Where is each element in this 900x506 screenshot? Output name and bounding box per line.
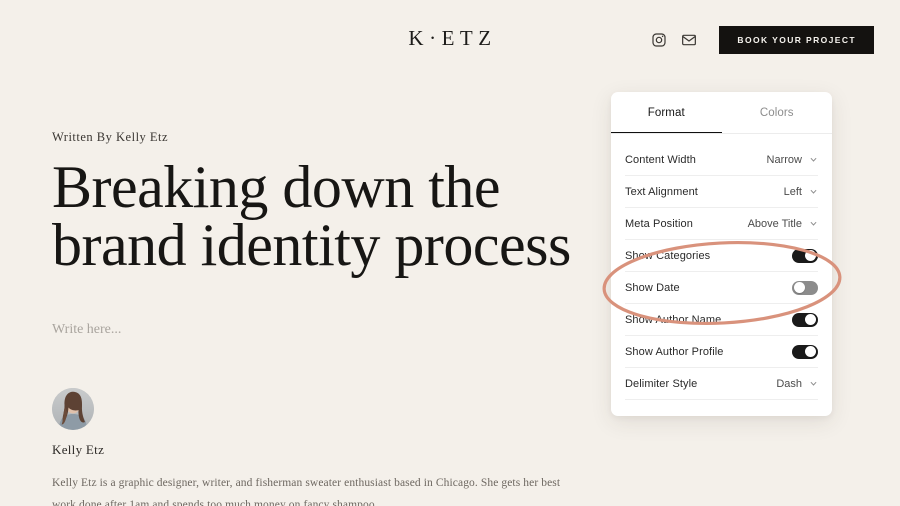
row-label: Show Categories [625, 249, 711, 262]
chevron-down-icon [809, 187, 818, 196]
row-label: Delimiter Style [625, 377, 698, 390]
tab-format[interactable]: Format [611, 92, 722, 134]
page-root: K·ETZ BOOK YOUR PROJECT Written By Kelly… [0, 0, 900, 506]
toggle-show-author-profile[interactable] [792, 344, 818, 359]
book-your-project-button[interactable]: BOOK YOUR PROJECT [719, 26, 874, 54]
toggle-show-categories[interactable] [792, 248, 818, 263]
row-label: Show Author Profile [625, 345, 724, 358]
settings-panel: Format Colors Content Width Narrow Text … [611, 92, 832, 416]
row-show-author-name[interactable]: Show Author Name [625, 304, 818, 336]
toggle-knob [805, 314, 816, 325]
toggle-knob [793, 282, 805, 293]
envelope-icon[interactable] [681, 32, 697, 48]
row-value: Narrow [766, 153, 802, 166]
article-body-placeholder[interactable]: Write here... [52, 322, 592, 338]
row-meta-position[interactable]: Meta Position Above Title [625, 208, 818, 240]
tab-colors[interactable]: Colors [722, 92, 833, 134]
row-label: Text Alignment [625, 185, 698, 198]
row-value: Left [783, 185, 802, 198]
author-profile: Kelly Etz Kelly Etz is a graphic designe… [52, 388, 592, 506]
header-actions: BOOK YOUR PROJECT [651, 26, 874, 54]
article-headline[interactable]: Breaking down the brand identity process [52, 157, 592, 275]
row-value-group[interactable]: Above Title [748, 218, 818, 230]
site-header: K·ETZ BOOK YOUR PROJECT [0, 0, 900, 78]
row-value-group[interactable]: Dash [776, 378, 818, 390]
toggle-knob [805, 250, 816, 261]
row-label: Content Width [625, 153, 697, 166]
row-label: Show Author Name [625, 313, 722, 326]
toggle-knob [805, 346, 816, 357]
toggle-show-date[interactable] [792, 280, 818, 295]
panel-tab-bar: Format Colors [611, 92, 832, 134]
row-show-categories[interactable]: Show Categories [625, 240, 818, 272]
row-text-alignment[interactable]: Text Alignment Left [625, 176, 818, 208]
instagram-icon[interactable] [651, 32, 667, 48]
row-show-date[interactable]: Show Date [625, 272, 818, 304]
avatar [52, 388, 94, 430]
panel-row-list: Content Width Narrow Text Alignment Left [611, 144, 832, 416]
row-value: Above Title [747, 217, 802, 230]
article-byline: Written By Kelly Etz [52, 130, 169, 144]
row-show-author-profile[interactable]: Show Author Profile [625, 336, 818, 368]
chevron-down-icon [809, 155, 818, 164]
row-delimiter-style[interactable]: Delimiter Style Dash [625, 368, 818, 400]
row-value: Dash [776, 377, 802, 390]
author-name: Kelly Etz [52, 442, 105, 457]
row-label: Meta Position [625, 217, 693, 230]
row-content-width[interactable]: Content Width Narrow [625, 144, 818, 176]
toggle-show-author-name[interactable] [792, 312, 818, 327]
row-label: Show Date [625, 281, 680, 294]
article-content: Written By Kelly Etz Breaking down the b… [52, 130, 592, 338]
chevron-down-icon [809, 219, 818, 228]
row-value-group[interactable]: Left [784, 186, 818, 198]
row-value-group[interactable]: Narrow [767, 154, 818, 166]
author-bio: Kelly Etz is a graphic designer, writer,… [52, 477, 561, 506]
chevron-down-icon [809, 379, 818, 388]
